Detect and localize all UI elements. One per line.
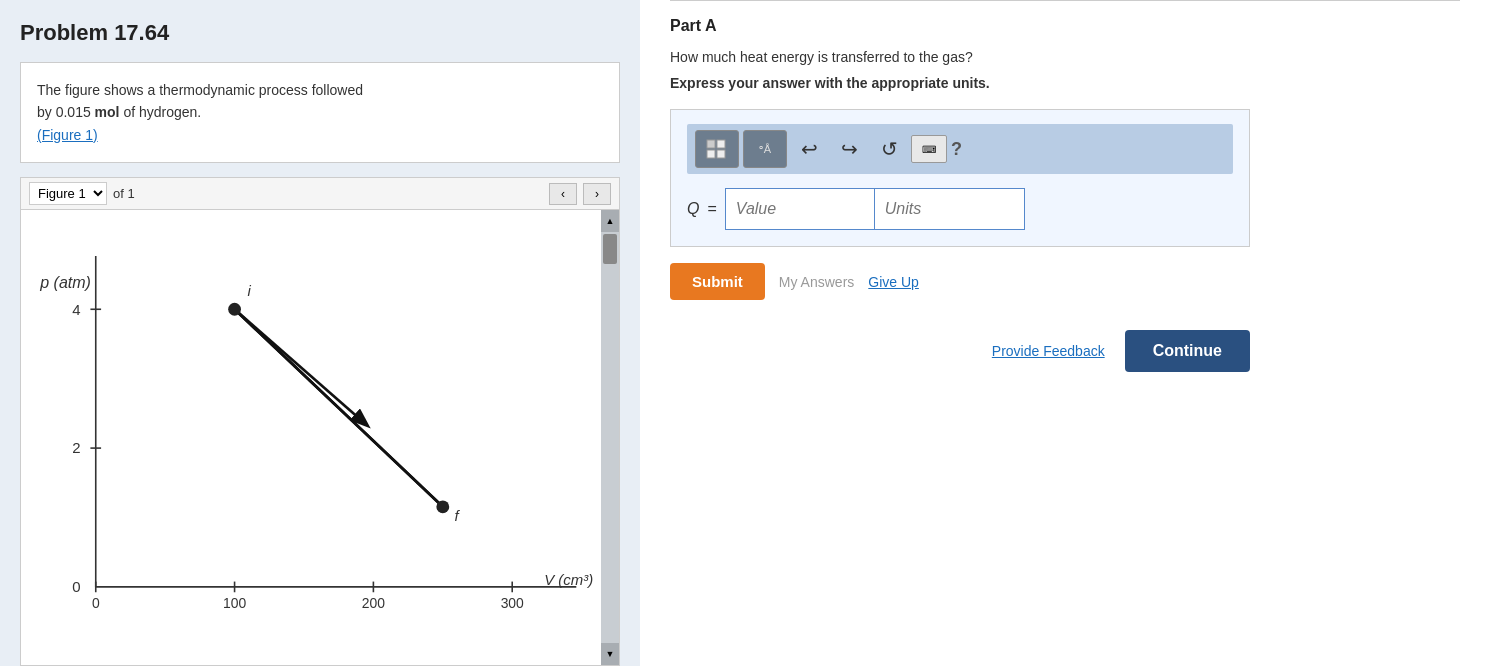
graph-svg: p (atm) 4 2 0 0 100 200 300 V (cm³) xyxy=(21,210,619,665)
scroll-down[interactable]: ▼ xyxy=(601,643,619,665)
submit-button[interactable]: Submit xyxy=(670,263,765,300)
input-row: Q = xyxy=(687,188,1233,230)
matrix-button[interactable] xyxy=(695,130,739,168)
graph-container: ▲ ▼ p (atm) 4 2 0 0 100 20 xyxy=(20,209,620,666)
y-tick-0: 0 xyxy=(72,578,80,595)
unit-icon: ᵒÅ xyxy=(759,143,771,156)
right-panel: Part A How much heat energy is transferr… xyxy=(640,0,1490,666)
x-tick-0: 0 xyxy=(92,595,100,611)
equals-sign: = xyxy=(707,200,716,218)
svg-rect-13 xyxy=(717,140,725,148)
svg-rect-15 xyxy=(717,150,725,158)
svg-rect-14 xyxy=(707,150,715,158)
provide-feedback-link[interactable]: Provide Feedback xyxy=(992,343,1105,359)
reset-button[interactable]: ↺ xyxy=(871,131,907,167)
value-input[interactable] xyxy=(725,188,875,230)
express-instruction: Express your answer with the appropriate… xyxy=(670,75,1460,91)
unit-button[interactable]: ᵒÅ xyxy=(743,130,787,168)
redo-button[interactable]: ↪ xyxy=(831,131,867,167)
problem-description: The figure shows a thermodynamic process… xyxy=(20,62,620,163)
figure-bar: Figure 1 of 1 ‹ › xyxy=(20,177,620,209)
left-panel: Problem 17.64 The figure shows a thermod… xyxy=(0,0,640,666)
problem-title: Problem 17.64 xyxy=(20,20,620,46)
figure-of-label: of 1 xyxy=(113,186,135,201)
x-axis-label: V (cm³) xyxy=(544,571,593,588)
y-axis-label: p (atm) xyxy=(39,274,91,291)
keyboard-button[interactable]: ⌨ xyxy=(911,135,947,163)
point-f-label: f xyxy=(455,507,461,524)
matrix-icon xyxy=(706,139,728,159)
continue-button[interactable]: Continue xyxy=(1125,330,1250,372)
y-tick-4: 4 xyxy=(72,301,80,318)
scroll-up[interactable]: ▲ xyxy=(601,210,619,232)
answer-toolbar: ᵒÅ ↩ ↪ ↺ ⌨ ? xyxy=(687,124,1233,174)
x-tick-100: 100 xyxy=(223,595,246,611)
help-button[interactable]: ? xyxy=(951,139,962,160)
my-answers-link[interactable]: My Answers xyxy=(779,274,854,290)
mol-highlight: mol xyxy=(95,104,120,120)
undo-button[interactable]: ↩ xyxy=(791,131,827,167)
x-tick-200: 200 xyxy=(362,595,385,611)
scroll-thumb xyxy=(603,234,617,264)
description-text: The figure shows a thermodynamic process… xyxy=(37,82,363,120)
keyboard-icon: ⌨ xyxy=(922,144,936,155)
y-tick-2: 2 xyxy=(72,440,80,457)
next-button[interactable]: › xyxy=(583,183,611,205)
units-input[interactable] xyxy=(875,188,1025,230)
figure-select[interactable]: Figure 1 xyxy=(29,182,107,205)
figure-link[interactable]: (Figure 1) xyxy=(37,127,98,143)
bottom-row: Provide Feedback Continue xyxy=(670,330,1250,372)
action-row: Submit My Answers Give Up xyxy=(670,263,1460,300)
part-label: Part A xyxy=(670,17,1460,35)
point-f xyxy=(436,501,449,514)
answer-box: ᵒÅ ↩ ↪ ↺ ⌨ ? Q = xyxy=(670,109,1250,247)
top-divider xyxy=(670,0,1460,1)
point-i xyxy=(228,303,241,316)
svg-line-11 xyxy=(235,309,443,507)
prev-button[interactable]: ‹ xyxy=(549,183,577,205)
x-tick-300: 300 xyxy=(501,595,524,611)
q-label: Q xyxy=(687,200,699,218)
point-i-label: i xyxy=(247,283,251,300)
question-text: How much heat energy is transferred to t… xyxy=(670,49,1460,65)
give-up-link[interactable]: Give Up xyxy=(868,274,919,290)
svg-rect-12 xyxy=(707,140,715,148)
